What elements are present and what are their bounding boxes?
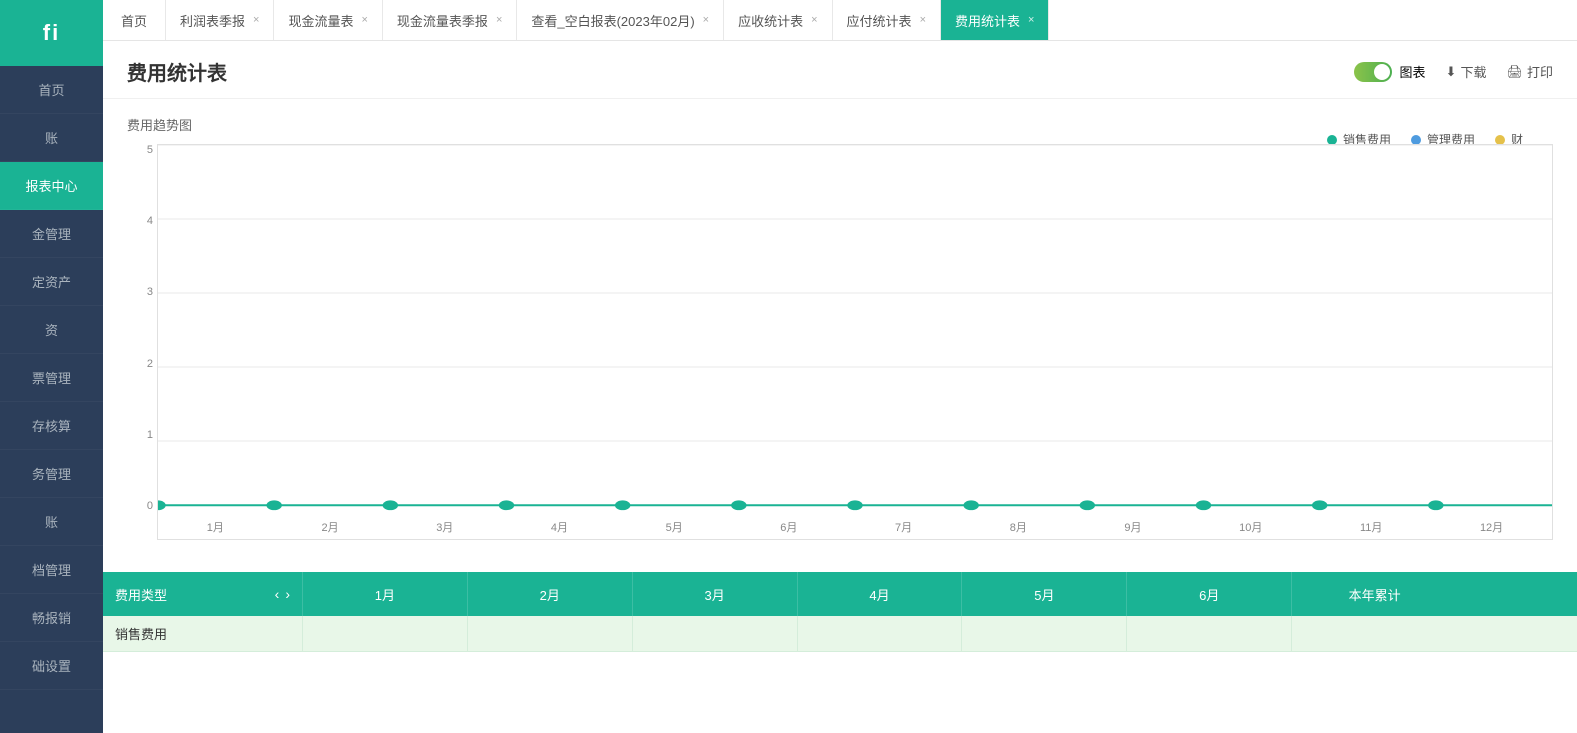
- sidebar-item-cash[interactable]: 金管理: [0, 210, 103, 258]
- td-type: 销售费用: [103, 616, 303, 651]
- legend-dot-mgmt: [1411, 135, 1421, 145]
- print-icon: 🖨: [1506, 64, 1523, 80]
- page-wrapper: 费用统计表 图表 ⬇ 下载 🖨 打印: [103, 41, 1577, 733]
- th-month-1: 1月: [303, 572, 468, 616]
- sidebar-item-payroll[interactable]: 资: [0, 306, 103, 354]
- legend-dot-finance: [1495, 135, 1505, 145]
- tab-close-cashflow[interactable]: ×: [361, 14, 367, 26]
- tab-cashflow[interactable]: 现金流量表 ×: [274, 0, 382, 40]
- download-icon: ⬇: [1446, 64, 1457, 80]
- sidebar-item-invoice[interactable]: 票管理: [0, 354, 103, 402]
- tab-close-expense-stats[interactable]: ×: [1028, 14, 1034, 26]
- chart-plot: 1月 2月 3月 4月 5月 6月 7月 8月 9月 10月 11月 12月: [157, 144, 1553, 540]
- table-nav-prev[interactable]: ‹: [275, 586, 280, 602]
- sidebar-item-service[interactable]: 务管理: [0, 450, 103, 498]
- chart-wrapper: 5 4 3 2 1 0: [127, 144, 1553, 540]
- tab-close-payable[interactable]: ×: [920, 14, 926, 26]
- tab-blank-report[interactable]: 查看_空白报表(2023年02月) ×: [517, 0, 724, 40]
- td-m3: [633, 616, 798, 651]
- td-m4: [798, 616, 963, 651]
- print-button[interactable]: 🖨 打印: [1506, 62, 1553, 81]
- table-header: 费用类型 ‹ › 1月 2月 3月 4月 5月 6月 本年累计: [103, 572, 1577, 616]
- page-header: 费用统计表 图表 ⬇ 下载 🖨 打印: [103, 41, 1577, 99]
- table-section: 费用类型 ‹ › 1月 2月 3月 4月 5月 6月 本年累计: [103, 572, 1577, 652]
- sidebar-item-inventory[interactable]: 存核算: [0, 402, 103, 450]
- sidebar-item-settings[interactable]: 础设置: [0, 642, 103, 690]
- tab-home[interactable]: 首页: [103, 0, 166, 40]
- sidebar-item-home[interactable]: 首页: [0, 66, 103, 114]
- content-area: 费用统计表 图表 ⬇ 下载 🖨 打印: [103, 41, 1577, 733]
- th-total: 本年累计: [1292, 572, 1457, 616]
- tab-expense-stats[interactable]: 费用统计表 ×: [941, 0, 1049, 40]
- th-month-2: 2月: [468, 572, 633, 616]
- tab-receivable[interactable]: 应收统计表 ×: [724, 0, 832, 40]
- sidebar-item-archive[interactable]: 档管理: [0, 546, 103, 594]
- main-area: 首页 利润表季报 × 现金流量表 × 现金流量表季报 × 查看_空白报表(202…: [103, 0, 1577, 733]
- x-axis: 1月 2月 3月 4月 5月 6月 7月 8月 9月 10月 11月 12月: [158, 515, 1552, 539]
- th-month-5: 5月: [962, 572, 1127, 616]
- tab-bar: 首页 利润表季报 × 现金流量表 × 现金流量表季报 × 查看_空白报表(202…: [103, 0, 1577, 41]
- tab-payable[interactable]: 应付统计表 ×: [833, 0, 941, 40]
- y-axis: 5 4 3 2 1 0: [127, 144, 157, 540]
- sidebar-item-assets[interactable]: 定资产: [0, 258, 103, 306]
- td-m6: [1127, 616, 1292, 651]
- tab-close-blank-report[interactable]: ×: [703, 14, 709, 26]
- td-m5: [962, 616, 1127, 651]
- table-nav-next[interactable]: ›: [285, 586, 290, 602]
- chart-toggle-label: 图表: [1400, 62, 1426, 81]
- download-button[interactable]: ⬇ 下载: [1446, 62, 1487, 81]
- sidebar-logo: fi: [0, 0, 103, 66]
- td-m2: [468, 616, 633, 651]
- table-row: 销售费用: [103, 616, 1577, 652]
- tab-close-profit-quarterly[interactable]: ×: [253, 14, 259, 26]
- chart-toggle[interactable]: [1354, 62, 1392, 82]
- sidebar-item-ledger[interactable]: 账: [0, 114, 103, 162]
- th-month-4: 4月: [798, 572, 963, 616]
- td-m1: [303, 616, 468, 651]
- chart-svg: [158, 145, 1552, 515]
- sidebar: fi 首页 账 报表中心 金管理 定资产 资 票管理 存核算 务管理 账 档管理…: [0, 0, 103, 733]
- tab-close-cashflow-quarterly[interactable]: ×: [496, 14, 502, 26]
- page-title: 费用统计表: [127, 57, 227, 86]
- th-month-6: 6月: [1127, 572, 1292, 616]
- th-month-3: 3月: [633, 572, 798, 616]
- sidebar-item-account[interactable]: 账: [0, 498, 103, 546]
- td-total: [1292, 616, 1457, 651]
- tab-cashflow-quarterly[interactable]: 现金流量表季报 ×: [383, 0, 517, 40]
- chart-section: 费用趋势图 销售费用 管理费用 财: [103, 99, 1577, 556]
- tab-close-receivable[interactable]: ×: [811, 14, 817, 26]
- tab-profit-quarterly[interactable]: 利润表季报 ×: [166, 0, 274, 40]
- chart-toggle-group: 图表: [1354, 62, 1426, 82]
- sidebar-item-expense[interactable]: 畅报销: [0, 594, 103, 642]
- page-actions: 图表 ⬇ 下载 🖨 打印: [1354, 62, 1553, 82]
- th-type: 费用类型 ‹ ›: [103, 572, 303, 616]
- legend-dot-sales: [1327, 135, 1337, 145]
- sidebar-item-reports[interactable]: 报表中心: [0, 162, 103, 210]
